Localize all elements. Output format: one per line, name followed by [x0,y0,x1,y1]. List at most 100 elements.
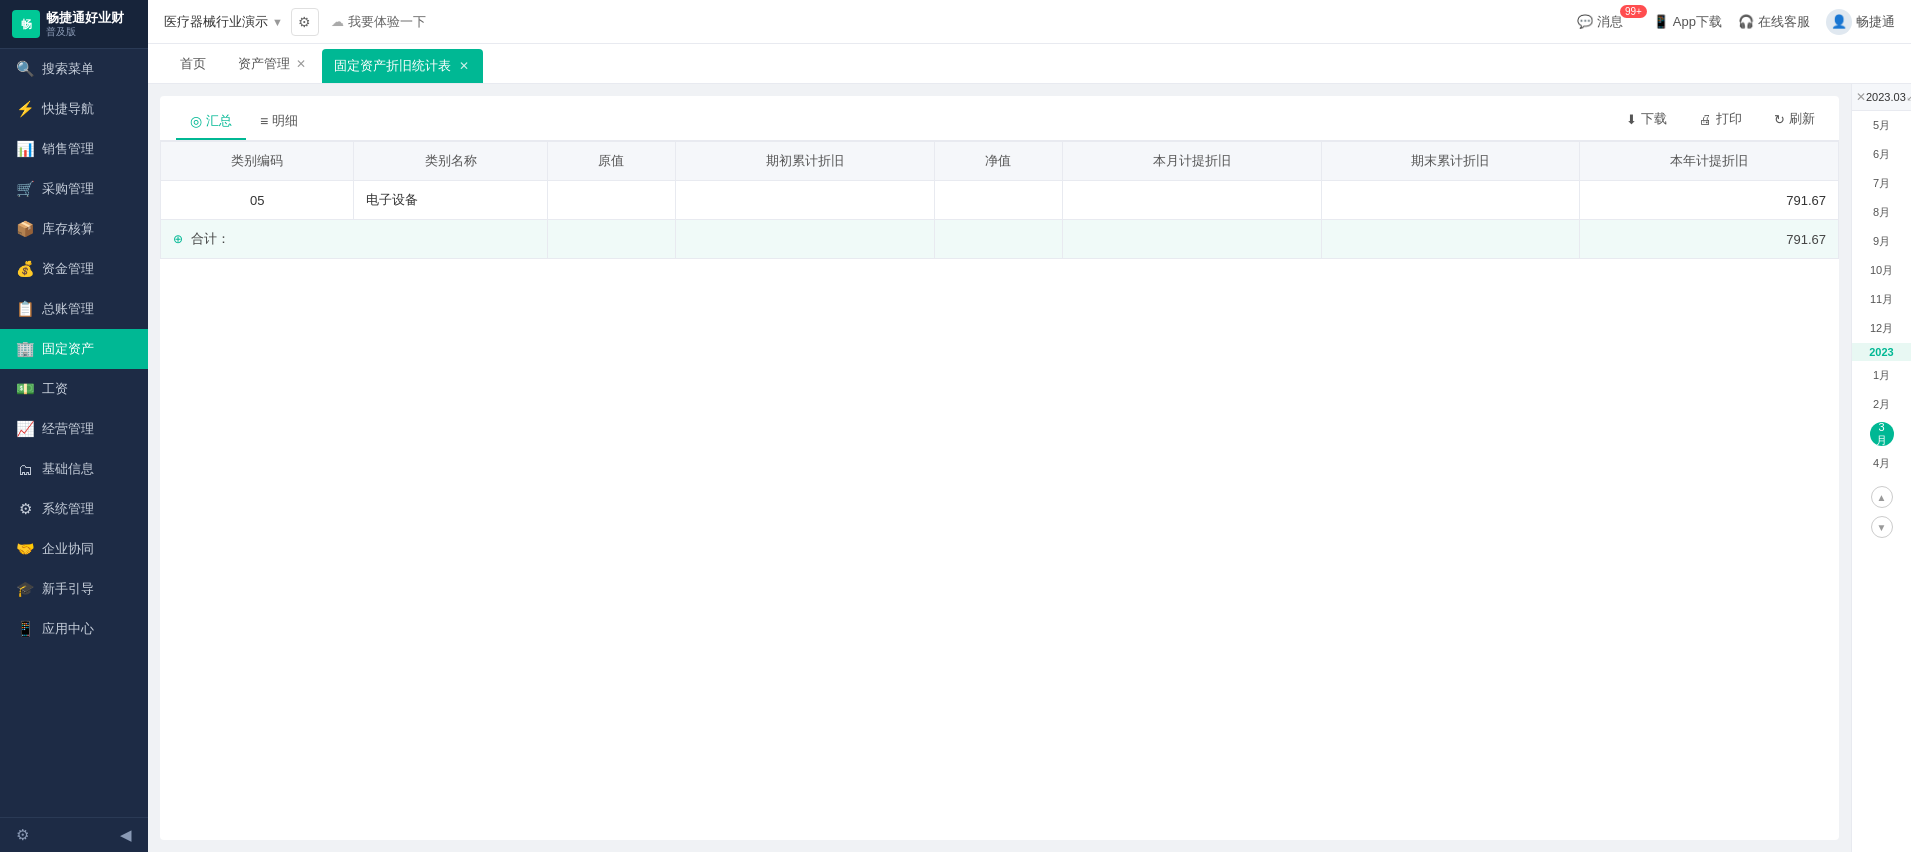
total-text: 合计： [191,231,230,246]
month-2023-2[interactable]: 2月 [1852,390,1911,419]
main-area: 医疗器械行业演示 ▼ ⚙ ☁ 我要体验一下 💬 消息 99+ 📱 App下载 🎧… [148,0,1911,852]
sidebar-item-label: 新手引导 [42,580,94,598]
total-icon: ⊕ [173,232,183,246]
payroll-icon: 💵 [16,380,34,398]
sidebar-item-label: 应用中心 [42,620,94,638]
basicinfo-icon: 🗂 [16,461,34,478]
app-download-button[interactable]: 📱 App下载 [1653,13,1722,31]
date-panel-header: ✕ 2023.03 ⤢ [1852,84,1911,111]
date-nav-up[interactable]: ▲ [1871,486,1893,508]
month-2023-4[interactable]: 4月 [1852,449,1911,478]
tab-depreciation[interactable]: 固定资产折旧统计表 ✕ [322,49,483,83]
col-initial-dep: 期初累计折旧 [675,142,934,181]
sidebar-item-label: 采购管理 [42,180,94,198]
tab-depreciation-close[interactable]: ✕ [457,59,471,73]
col-code: 类别编码 [161,142,354,181]
settings-bottom-icon[interactable]: ⚙ [16,826,29,844]
month-7[interactable]: 7月 [1852,169,1911,198]
sidebar-item-label: 资金管理 [42,260,94,278]
tab-asset-mgmt[interactable]: 资产管理 ✕ [222,47,322,83]
row-period-end-dep [1321,181,1580,220]
month-6[interactable]: 6月 [1852,140,1911,169]
sidebar-item-appcenter[interactable]: 📱 应用中心 [0,609,148,649]
month-9[interactable]: 9月 [1852,227,1911,256]
month-12[interactable]: 12月 [1852,314,1911,343]
total-original-value [547,220,675,259]
expand-icon[interactable]: ⤢ [1906,90,1911,104]
tab-home-label: 首页 [180,55,206,73]
download-icon: ⬇ [1626,112,1637,127]
tab-depreciation-label: 固定资产折旧统计表 [334,57,451,75]
table-wrapper: 类别编码 类别名称 原值 期初累计折旧 净值 本月计提折旧 期末累计折旧 本年计… [160,141,1839,840]
message-button[interactable]: 💬 消息 99+ [1577,13,1637,31]
tabbar: 首页 资产管理 ✕ 固定资产折旧统计表 ✕ [148,44,1911,84]
sidebar-item-inventory[interactable]: 📦 库存核算 [0,209,148,249]
sidebar-item-guide[interactable]: 🎓 新手引导 [0,569,148,609]
month-11[interactable]: 11月 [1852,285,1911,314]
subtab-detail-label: 明细 [272,112,298,130]
col-annual-dep: 本年计提折旧 [1580,142,1839,181]
collapse-icon[interactable]: ◀ [120,826,132,844]
refresh-button[interactable]: ↻ 刷新 [1766,106,1823,132]
print-button[interactable]: 🖨 打印 [1691,106,1750,132]
sidebar-item-label: 快捷导航 [42,100,94,118]
sidebar-item-purchase[interactable]: 🛒 采购管理 [0,169,148,209]
content-panel: ◎ 汇总 ≡ 明细 ⬇ 下载 🖨 打印 [160,96,1839,840]
user-menu[interactable]: 👤 畅捷通 [1826,9,1895,35]
sidebar-item-basicinfo[interactable]: 🗂 基础信息 [0,449,148,489]
experience-button[interactable]: ☁ 我要体验一下 [331,13,426,31]
app-download-label: App下载 [1673,13,1722,31]
subtab-summary[interactable]: ◎ 汇总 [176,106,246,140]
settings-button[interactable]: ⚙ [291,8,319,36]
row-net-value [934,181,1062,220]
month-10[interactable]: 10月 [1852,256,1911,285]
sidebar-item-label: 库存核算 [42,220,94,238]
month-5[interactable]: 5月 [1852,111,1911,140]
appcenter-icon: 📱 [16,620,34,638]
total-monthly-dep [1062,220,1321,259]
gear-icon: ⚙ [298,14,311,30]
sidebar-item-finance[interactable]: 💰 资金管理 [0,249,148,289]
month-2023-3[interactable]: 3月 [1852,419,1911,449]
tab-asset-mgmt-close[interactable]: ✕ [296,57,306,71]
logo-main-text: 畅捷通好业财 [46,10,124,26]
sidebar-item-payroll[interactable]: 💵 工资 [0,369,148,409]
sidebar-item-quicknav[interactable]: ⚡ 快捷导航 [0,89,148,129]
summary-icon: ◎ [190,113,202,129]
message-badge: 99+ [1620,5,1647,18]
purchase-icon: 🛒 [16,180,34,198]
system-icon: ⚙ [16,500,34,518]
sales-icon: 📊 [16,140,34,158]
sidebar-item-label: 经营管理 [42,420,94,438]
finance-icon: 💰 [16,260,34,278]
sidebar-item-sales[interactable]: 📊 销售管理 [0,129,148,169]
logo-text: 畅捷通好业财 普及版 [46,10,124,38]
total-row: ⊕ 合计： 791.67 [161,220,1839,259]
close-icon[interactable]: ✕ [1856,90,1866,104]
customer-service-button[interactable]: 🎧 在线客服 [1738,13,1810,31]
sidebar-item-operations[interactable]: 📈 经营管理 [0,409,148,449]
sidebar-item-system[interactable]: ⚙ 系统管理 [0,489,148,529]
col-original-value: 原值 [547,142,675,181]
sidebar-item-fixedassets[interactable]: 🏢 固定资产 [0,329,148,369]
sidebar-item-ledger[interactable]: 📋 总账管理 [0,289,148,329]
col-net-value: 净值 [934,142,1062,181]
month-2023-1[interactable]: 1月 [1852,361,1911,390]
month-8[interactable]: 8月 [1852,198,1911,227]
date-nav-down[interactable]: ▼ [1871,516,1893,538]
sidebar-item-cooperation[interactable]: 🤝 企业协同 [0,529,148,569]
total-annual-dep: 791.67 [1580,220,1839,259]
total-net-value [934,220,1062,259]
selected-month[interactable]: 3月 [1870,422,1894,446]
sidebar-item-search[interactable]: 🔍 搜索菜单 [0,49,148,89]
cooperation-icon: 🤝 [16,540,34,558]
sidebar-item-label: 销售管理 [42,140,94,158]
service-icon: 🎧 [1738,14,1754,29]
inventory-icon: 📦 [16,220,34,238]
tab-home[interactable]: 首页 [164,47,222,83]
subtab-detail[interactable]: ≡ 明细 [246,106,312,140]
download-button[interactable]: ⬇ 下载 [1618,106,1675,132]
sidebar-item-label: 工资 [42,380,68,398]
refresh-label: 刷新 [1789,110,1815,128]
company-selector[interactable]: 医疗器械行业演示 ▼ [164,13,283,31]
